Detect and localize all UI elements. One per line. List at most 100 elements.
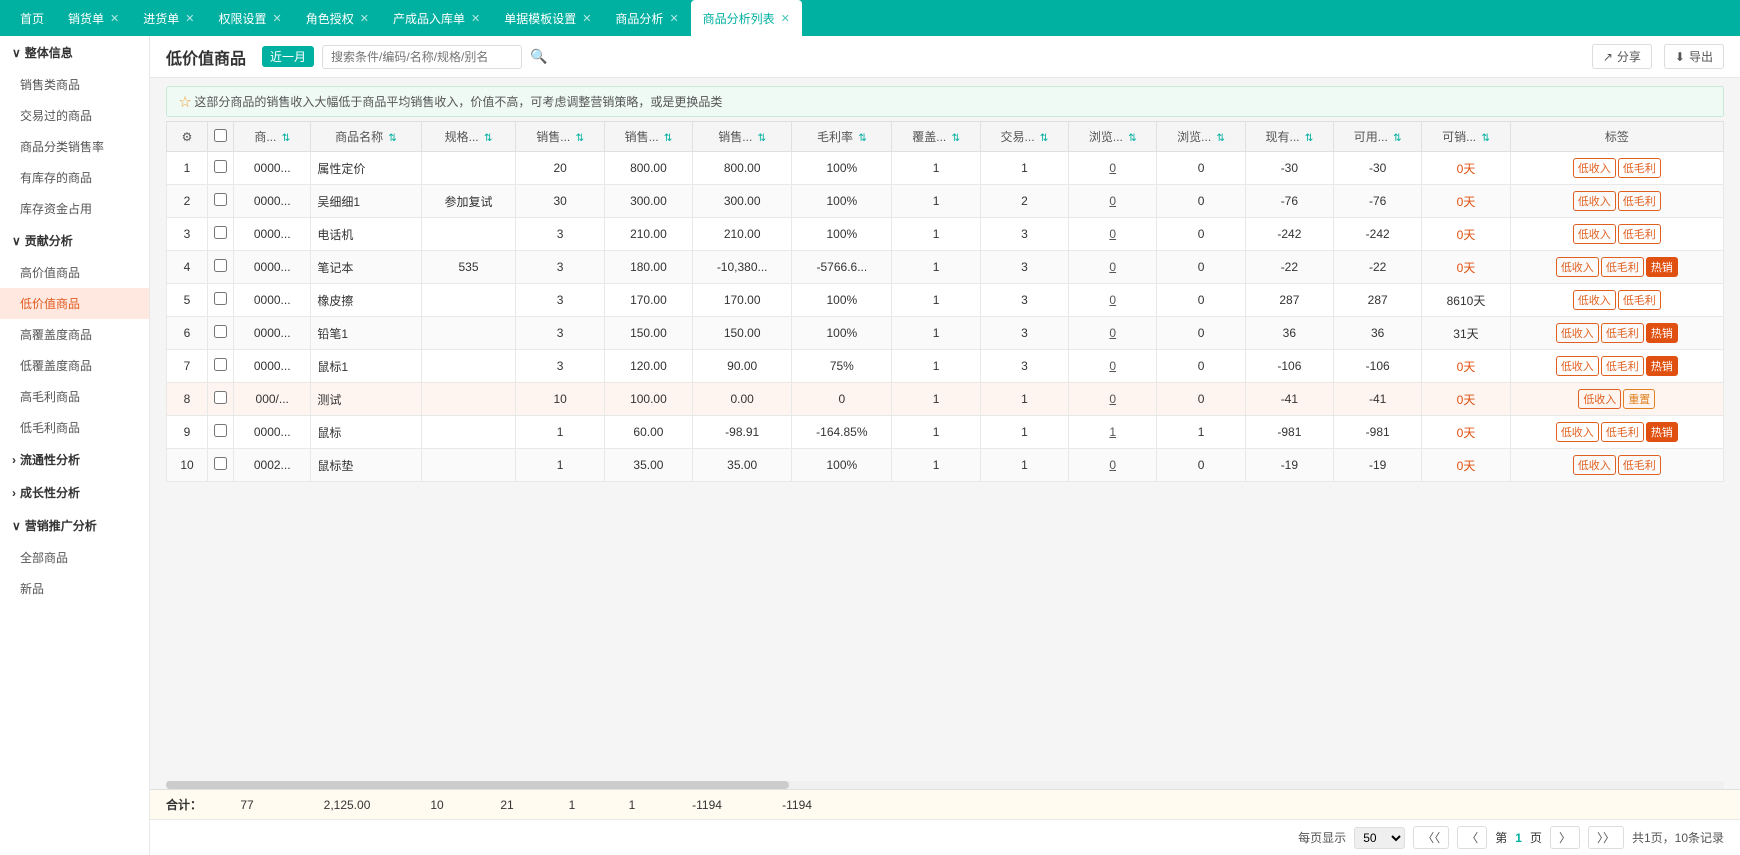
sidebar-section-overview[interactable]: ∨ 整体信息 [0,36,149,69]
row-checkbox[interactable] [208,218,234,251]
nav-product-analysis[interactable]: 商品分析 ✕ [603,0,690,36]
horizontal-scrollbar[interactable] [166,781,1724,789]
row-select-checkbox[interactable] [214,226,227,239]
col-sales-cost[interactable]: 销售... ⇅ [693,122,792,152]
scrollbar-thumb[interactable] [166,781,789,789]
row-name[interactable]: 笔记本 [311,251,421,284]
row-checkbox[interactable] [208,350,234,383]
row-select-checkbox[interactable] [214,292,227,305]
col-trade[interactable]: 交易... ⇅ [980,122,1068,152]
row-select-checkbox[interactable] [214,424,227,437]
sidebar-item-low-coverage[interactable]: 低覆盖度商品 [0,350,149,381]
nav-purchase-order[interactable]: 进货单 ✕ [131,0,206,36]
first-page-button[interactable]: 〈〈 [1413,826,1449,849]
row-select-checkbox[interactable] [214,259,227,272]
row-name[interactable]: 鼠标1 [311,350,421,383]
col-tags[interactable]: 标签 [1510,122,1723,152]
sidebar-item-high-value[interactable]: 高价值商品 [0,257,149,288]
search-icon[interactable]: 🔍 [530,48,547,65]
period-button[interactable]: 近一月 [262,46,314,67]
sidebar-item-low-value[interactable]: 低价值商品 [0,288,149,319]
row-name[interactable]: 橡皮擦 [311,284,421,317]
nav-product-entry[interactable]: 产成品入库单 ✕ [381,0,492,36]
col-salable[interactable]: 可销... ⇅ [1422,122,1510,152]
sidebar-section-contribution[interactable]: ∨ 贡献分析 [0,224,149,257]
nav-roles[interactable]: 角色授权 ✕ [294,0,381,36]
close-icon[interactable]: ✕ [110,12,119,25]
row-checkbox[interactable] [208,251,234,284]
row-name[interactable]: 铅笔1 [311,317,421,350]
row-checkbox[interactable] [208,416,234,449]
row-browse1[interactable]: 0 [1069,152,1157,185]
share-button[interactable]: ↗ 分享 [1592,44,1652,69]
sidebar-item-low-margin[interactable]: 低毛利商品 [0,412,149,443]
row-checkbox[interactable] [208,383,234,416]
row-checkbox[interactable] [208,185,234,218]
row-browse1[interactable]: 0 [1069,449,1157,482]
row-select-checkbox[interactable] [214,457,227,470]
row-name[interactable]: 测试 [311,383,421,416]
row-browse1[interactable]: 0 [1069,251,1157,284]
nav-sales-order[interactable]: 销货单 ✕ [56,0,131,36]
row-name[interactable]: 吴细细1 [311,185,421,218]
close-icon[interactable]: ✕ [582,12,591,25]
row-checkbox[interactable] [208,152,234,185]
sidebar-section-liquidity[interactable]: › 流通性分析 [0,443,149,476]
row-select-checkbox[interactable] [214,193,227,206]
prev-page-button[interactable]: 〈 [1457,826,1487,849]
col-code[interactable]: 商... ⇅ [234,122,311,152]
row-browse1[interactable]: 1 [1069,416,1157,449]
col-available[interactable]: 可用... ⇅ [1334,122,1422,152]
row-browse1[interactable]: 0 [1069,185,1157,218]
col-name[interactable]: 商品名称 ⇅ [311,122,421,152]
col-spec[interactable]: 规格... ⇅ [421,122,516,152]
close-icon[interactable]: ✕ [360,12,369,25]
sidebar-item-new-goods[interactable]: 新品 [0,573,149,604]
sidebar-item-category-rate[interactable]: 商品分类销售率 [0,131,149,162]
col-gross-rate[interactable]: 毛利率 ⇅ [792,122,892,152]
close-icon[interactable]: ✕ [185,12,194,25]
sidebar-item-all-goods[interactable]: 全部商品 [0,542,149,573]
nav-template-settings[interactable]: 单据模板设置 ✕ [492,0,603,36]
col-current[interactable]: 现有... ⇅ [1245,122,1333,152]
row-select-checkbox[interactable] [214,391,227,404]
close-icon[interactable]: ✕ [471,12,480,25]
row-browse1[interactable]: 0 [1069,383,1157,416]
nav-product-analysis-list[interactable]: 商品分析列表 ✕ [691,0,802,36]
sidebar-item-traded-goods[interactable]: 交易过的商品 [0,100,149,131]
close-icon[interactable]: ✕ [781,12,790,25]
col-sales-price[interactable]: 销售... ⇅ [604,122,692,152]
col-browse1[interactable]: 浏览... ⇅ [1069,122,1157,152]
row-checkbox[interactable] [208,284,234,317]
row-select-checkbox[interactable] [214,160,227,173]
close-icon[interactable]: ✕ [273,12,282,25]
row-name[interactable]: 鼠标 [311,416,421,449]
search-input[interactable] [322,45,522,69]
row-name[interactable]: 属性定价 [311,152,421,185]
col-coverage[interactable]: 覆盖... ⇅ [892,122,980,152]
per-page-select[interactable]: 50 100 200 [1354,827,1405,849]
row-name[interactable]: 电话机 [311,218,421,251]
sidebar-item-sales-goods[interactable]: 销售类商品 [0,69,149,100]
nav-home[interactable]: 首页 [8,0,56,36]
export-button[interactable]: ⬇ 导出 [1664,44,1724,69]
sidebar-section-growth[interactable]: › 成长性分析 [0,476,149,509]
last-page-button[interactable]: 〉〉 [1588,826,1624,849]
sidebar-item-inventory-capital[interactable]: 库存资金占用 [0,193,149,224]
nav-permissions[interactable]: 权限设置 ✕ [206,0,293,36]
col-sales-qty[interactable]: 销售... ⇅ [516,122,604,152]
next-page-button[interactable]: 〉 [1550,826,1580,849]
sidebar-item-high-coverage[interactable]: 高覆盖度商品 [0,319,149,350]
row-name[interactable]: 鼠标垫 [311,449,421,482]
sidebar-section-marketing[interactable]: ∨ 营销推广分析 [0,509,149,542]
row-browse1[interactable]: 0 [1069,218,1157,251]
row-browse1[interactable]: 0 [1069,350,1157,383]
sidebar-item-high-margin[interactable]: 高毛利商品 [0,381,149,412]
col-settings[interactable]: ⚙ [167,122,208,152]
row-select-checkbox[interactable] [214,325,227,338]
row-browse1[interactable]: 0 [1069,317,1157,350]
sidebar-item-inventory-goods[interactable]: 有库存的商品 [0,162,149,193]
row-browse1[interactable]: 0 [1069,284,1157,317]
close-icon[interactable]: ✕ [669,12,678,25]
row-select-checkbox[interactable] [214,358,227,371]
